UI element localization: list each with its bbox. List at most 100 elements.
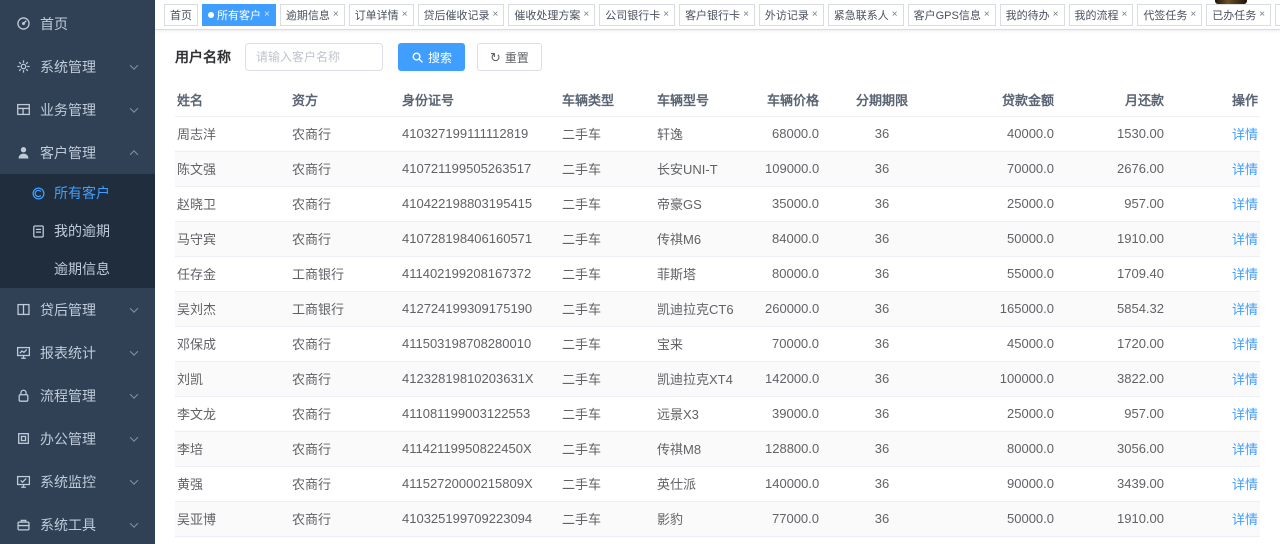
cell: 35000.0 — [763, 186, 821, 221]
sidebar-item-my-overdue[interactable]: 我的逾期 — [0, 212, 155, 250]
close-tab-icon[interactable]: × — [984, 10, 990, 20]
tab-all-customers[interactable]: 所有客户× — [202, 4, 276, 26]
sidebar-item-system-mgmt[interactable]: 系统管理 — [0, 45, 155, 88]
tab-label: 逾期信息 — [286, 7, 330, 23]
search-label: 用户名称 — [175, 47, 231, 67]
tab-label: 已办任务 — [1212, 7, 1256, 23]
cell: 农商行 — [290, 361, 400, 396]
cell: 农商行 — [290, 396, 400, 431]
tab-company-bank-card[interactable]: 公司银行卡× — [599, 4, 675, 26]
tab-emergency-contacts[interactable]: 紧急联系人× — [828, 4, 904, 26]
table-row: 赵晓卫农商行410422198803195415二手车帝豪GS35000.036… — [175, 186, 1260, 221]
cell: 周志洋 — [175, 116, 290, 151]
table-row: 李文龙农商行411081199003122553二手车远景X339000.036… — [175, 396, 1260, 431]
cell: 二手车 — [560, 116, 655, 151]
cell: 411402199208167372 — [400, 256, 560, 291]
cell: 142000.0 — [763, 361, 821, 396]
tab-sign-tasks[interactable]: 代签任务× — [1137, 4, 1202, 26]
sidebar-item-overdue-info[interactable]: 逾期信息 — [0, 250, 155, 288]
sidebar-item-label: 所有客户 — [54, 183, 110, 203]
cell: 80000.0 — [763, 256, 821, 291]
search-button[interactable]: 搜索 — [398, 43, 465, 71]
cell: 70000.0 — [943, 151, 1056, 186]
tab-home[interactable]: 首页 — [164, 4, 198, 26]
search-form: 用户名称 搜索 ↻ 重置 — [175, 43, 1260, 71]
sidebar-item-home[interactable]: 首页 — [0, 2, 155, 45]
cell: 411081199003122553 — [400, 396, 560, 431]
tab-done-tasks[interactable]: 已办任务× — [1206, 4, 1271, 26]
close-tab-icon[interactable]: × — [402, 10, 408, 20]
sidebar-item-customer-mgmt[interactable]: 客户管理 — [0, 131, 155, 174]
detail-link[interactable]: 详情 — [1232, 442, 1258, 457]
detail-link[interactable]: 详情 — [1232, 337, 1258, 352]
cell: 128800.0 — [763, 431, 821, 466]
close-tab-icon[interactable]: × — [892, 10, 898, 20]
sidebar-item-report-stats[interactable]: 报表统计 — [0, 331, 155, 374]
cell-action: 详情 — [1166, 361, 1260, 396]
detail-link[interactable]: 详情 — [1232, 407, 1258, 422]
customers-table: 姓名资方身份证号车辆类型车辆型号车辆价格分期期限贷款金额月还款操作 周志洋农商行… — [175, 84, 1260, 544]
detail-link[interactable]: 详情 — [1232, 372, 1258, 387]
detail-link[interactable]: 详情 — [1232, 162, 1258, 177]
close-tab-icon[interactable]: × — [333, 10, 339, 20]
close-tab-icon[interactable]: × — [493, 10, 499, 20]
chevron-down-icon — [130, 104, 138, 112]
sidebar-item-system-tools[interactable]: 系统工具 — [0, 503, 155, 544]
chart-icon — [14, 345, 32, 361]
tab-my-process[interactable]: 我的流程× — [1069, 4, 1134, 26]
cell — [560, 536, 655, 544]
cell: 36 — [821, 221, 943, 256]
cell: 36 — [821, 291, 943, 326]
detail-link[interactable]: 详情 — [1232, 127, 1258, 142]
avatar-partial — [1215, 0, 1247, 4]
close-tab-icon[interactable]: × — [264, 10, 270, 20]
reset-button[interactable]: ↻ 重置 — [477, 43, 542, 71]
tab-customer-bank-card[interactable]: 客户银行卡× — [679, 4, 755, 26]
close-tab-icon[interactable]: × — [1259, 10, 1265, 20]
tab-collection-records[interactable]: 贷后催收记录× — [418, 4, 505, 26]
close-tab-icon[interactable]: × — [812, 10, 818, 20]
cell: 84000.0 — [763, 221, 821, 256]
detail-link[interactable]: 详情 — [1232, 197, 1258, 212]
sidebar-item-all-customers[interactable]: 所有客户 — [0, 174, 155, 212]
cell: 36 — [821, 256, 943, 291]
close-tab-icon[interactable]: × — [663, 10, 669, 20]
tab-clipped-tab[interactable]: 挂 — [1275, 4, 1280, 26]
close-tab-icon[interactable]: × — [743, 10, 749, 20]
tab-overdue-info[interactable]: 逾期信息× — [280, 4, 345, 26]
tab-label: 首页 — [170, 7, 192, 23]
detail-link[interactable]: 详情 — [1232, 512, 1258, 527]
sidebar-item-label: 报表统计 — [40, 343, 131, 363]
active-tab-dot — [208, 12, 214, 18]
cell: 工商银行 — [290, 256, 400, 291]
close-tab-icon[interactable]: × — [583, 10, 589, 20]
tab-collection-plan[interactable]: 催收处理方案× — [508, 4, 595, 26]
cell: 吴刘杰 — [175, 291, 290, 326]
sidebar-item-office-mgmt[interactable]: 办公管理 — [0, 417, 155, 460]
customer-name-input[interactable] — [245, 43, 383, 71]
tab-visit-records[interactable]: 外访记录× — [759, 4, 824, 26]
tab-customer-gps[interactable]: 客户GPS信息× — [908, 4, 996, 26]
sidebar-item-business-mgmt[interactable]: 业务管理 — [0, 88, 155, 131]
detail-link[interactable]: 详情 — [1232, 267, 1258, 282]
sidebar-item-label: 办公管理 — [40, 429, 131, 449]
cell: 陈文强 — [175, 151, 290, 186]
cell: 1910.00 — [1056, 221, 1166, 256]
sidebar-menu: 首页系统管理业务管理客户管理所有客户我的逾期逾期信息贷后管理报表统计流程管理办公… — [0, 0, 155, 544]
cell: 传祺M8 — [655, 431, 763, 466]
tab-order-detail[interactable]: 订单详情× — [349, 4, 414, 26]
sidebar-item-process-mgmt[interactable]: 流程管理 — [0, 374, 155, 417]
sidebar-item-system-monitor[interactable]: 系统监控 — [0, 460, 155, 503]
table-row: 邓保成农商行411503198708280010二手车宝来70000.03645… — [175, 326, 1260, 361]
detail-link[interactable]: 详情 — [1232, 302, 1258, 317]
close-tab-icon[interactable]: × — [1122, 10, 1128, 20]
close-tab-icon[interactable]: × — [1053, 10, 1059, 20]
cell — [290, 536, 400, 544]
detail-link[interactable]: 详情 — [1232, 232, 1258, 247]
cell: 农商行 — [290, 151, 400, 186]
detail-link[interactable]: 详情 — [1232, 477, 1258, 492]
tab-my-todo[interactable]: 我的待办× — [1000, 4, 1065, 26]
cell: 50000.0 — [943, 221, 1056, 256]
sidebar-item-postloan-mgmt[interactable]: 贷后管理 — [0, 288, 155, 331]
close-tab-icon[interactable]: × — [1190, 10, 1196, 20]
